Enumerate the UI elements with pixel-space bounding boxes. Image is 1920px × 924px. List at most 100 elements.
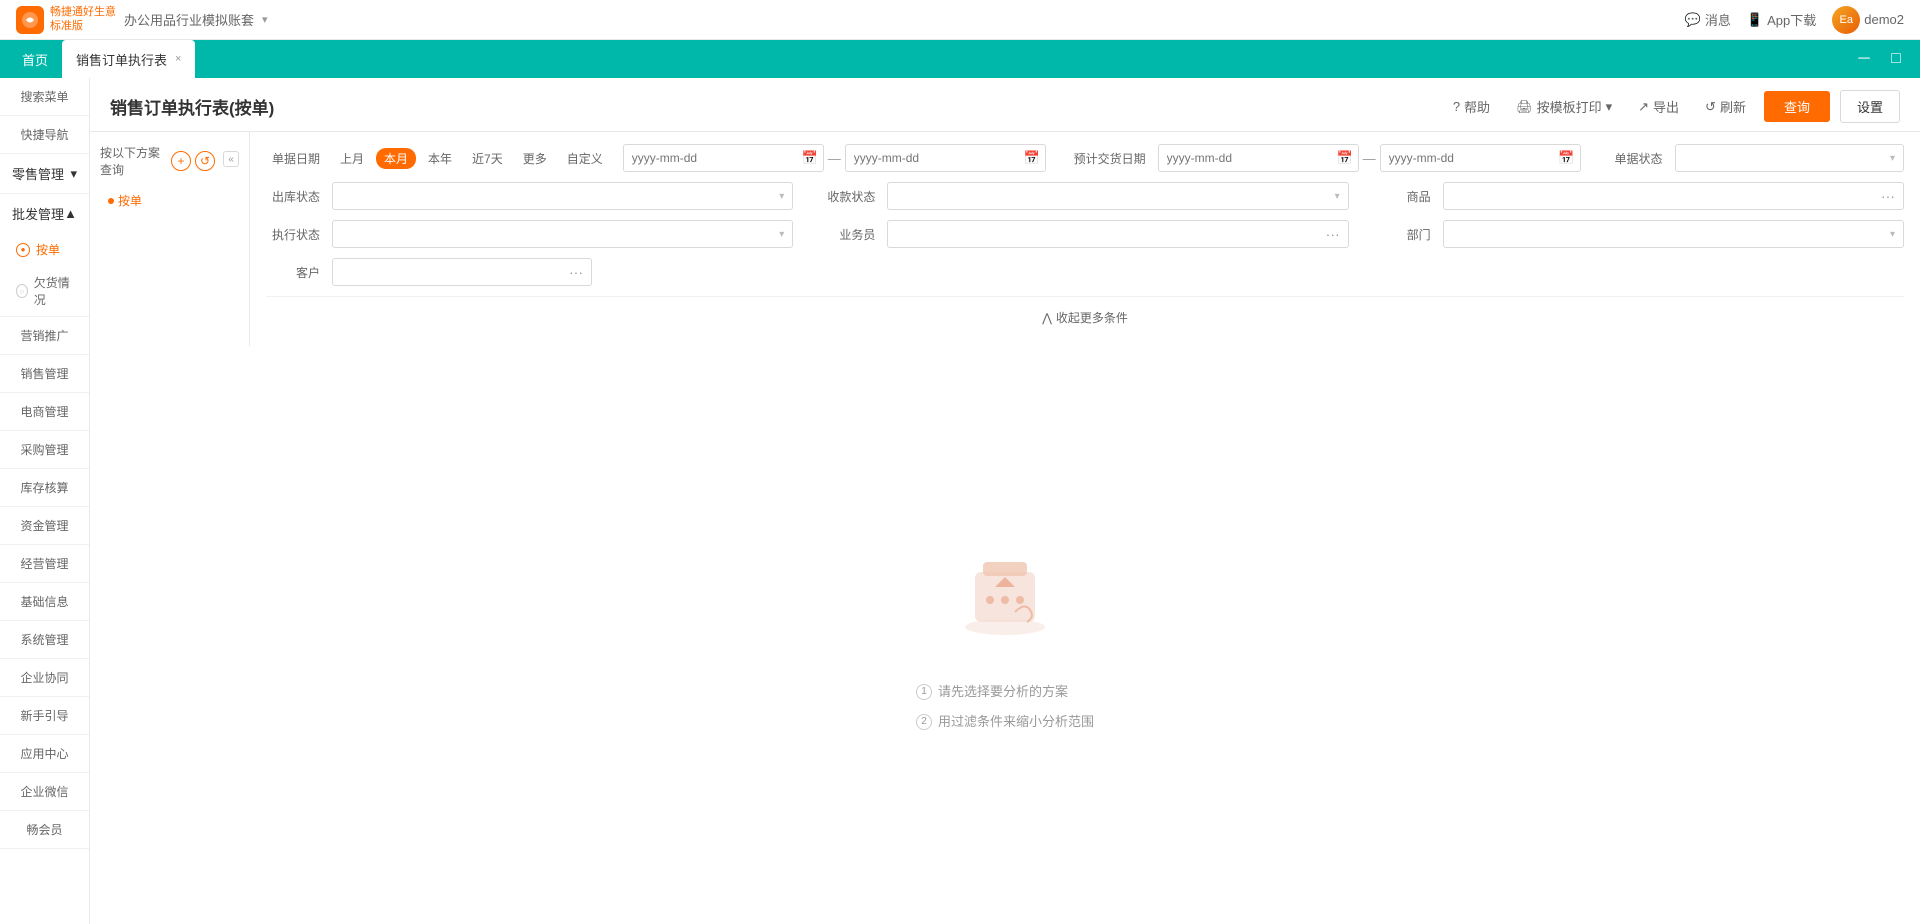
payment-status-select[interactable]: ▾ [887,182,1348,210]
settings-button[interactable]: 设置 [1840,90,1900,123]
date-tag-custom[interactable]: 自定义 [559,148,611,169]
doc-status-label: 单据状态 [1609,150,1663,167]
sidebar-sub-item-按单[interactable]: ● 按单 [0,233,89,266]
date-start-wrapper: 📅 [623,144,824,172]
calendar-expected-start-icon: 📅 [1336,150,1352,166]
tab-close-icon[interactable]: × [175,53,181,65]
filter-row-customer: 客户 ··· [266,258,1904,286]
empty-tip-1: 1 请先选择要分析的方案 [916,679,1094,705]
filter-conditions: 单据日期 上月 本月 本年 近7天 更多 自定义 📅 [250,132,1920,346]
date-tag-last-month[interactable]: 上月 [332,148,372,169]
sidebar-item-purchase[interactable]: 采购管理 [0,431,89,469]
sidebar-item-search-menu[interactable]: 搜索菜单 [0,78,89,116]
help-icon: ? [1453,99,1460,114]
empty-illustration [945,532,1065,655]
scheme-collapse-button[interactable]: « [223,151,239,167]
customer-select[interactable]: ··· [332,258,592,286]
logo-icon [16,6,44,34]
print-template-button[interactable]: 🖨 按模板打印 ▾ [1508,93,1620,120]
sidebar-item-retail-mgmt[interactable]: 零售管理 ▾ [0,154,89,193]
doc-status-dropdown-icon: ▾ [1890,153,1895,164]
breadcrumb-dropdown-icon[interactable]: ▾ [262,13,268,26]
sidebar-item-enterprise-wechat[interactable]: 企业微信 [0,773,89,811]
header-left: 畅捷通好生意 标准版 办公用品行业模拟账套 ▾ [16,6,268,34]
page-title: 销售订单执行表(按单) [110,94,274,119]
wholesale-expand-icon: ▲ [64,206,77,221]
sidebar-item-operations[interactable]: 经营管理 [0,545,89,583]
expected-start-input[interactable] [1158,144,1359,172]
tab-maximize-button[interactable]: □ [1884,47,1908,71]
dept-select[interactable]: ▾ [1443,220,1904,248]
expected-delivery-range: 📅 — 📅 [1158,144,1581,172]
date-end-input[interactable] [845,144,1046,172]
tab-sales-order[interactable]: 销售订单执行表 × [62,40,195,78]
sidebar-item-basic[interactable]: 基础信息 [0,583,89,621]
date-tag-7days[interactable]: 近7天 [464,148,511,169]
content-area: 销售订单执行表(按单) ? 帮助 🖨 按模板打印 ▾ ↗ 导出 ↺ 刷新 [90,78,1920,924]
date-tag-more[interactable]: 更多 [515,148,555,169]
message-button[interactable]: 💬 消息 [1685,10,1731,29]
sidebar-item-marketing[interactable]: 营销推广 [0,317,89,355]
sidebar-item-ecommerce[interactable]: 电商管理 [0,393,89,431]
date-tag-this-month[interactable]: 本月 [376,148,416,169]
collapse-conditions-button[interactable]: ⋀ 收起更多条件 [1030,305,1140,330]
product-select[interactable]: ··· [1443,182,1904,210]
sidebar-item-system[interactable]: 系统管理 [0,621,89,659]
help-button[interactable]: ? 帮助 [1445,93,1498,120]
tab-bar-right: ─ □ [1852,47,1920,71]
scheme-refresh-button[interactable]: ↺ [195,151,215,171]
app-download-button[interactable]: 📱 App下载 [1747,10,1816,29]
sidebar-item-sales-mgmt[interactable]: 销售管理 [0,355,89,393]
date-range-input: 📅 — 📅 [623,144,1046,172]
sidebar-item-finance[interactable]: 资金管理 [0,507,89,545]
tab-minimize-button[interactable]: ─ [1852,47,1876,71]
exec-status-label: 执行状态 [266,226,320,243]
export-button[interactable]: ↗ 导出 [1630,93,1687,120]
salesperson-select[interactable]: ··· [887,220,1348,248]
sidebar-sub-item-欠货情况[interactable]: ○ 欠货情况 [0,266,89,316]
calendar-start-icon: 📅 [802,150,818,166]
sidebar-item-newbie[interactable]: 新手引导 [0,697,89,735]
tab-home[interactable]: 首页 [8,40,62,78]
exec-status-select[interactable]: ▾ [332,220,793,248]
scheme-actions: + ↺ « [171,151,239,171]
expected-delivery-label: 预计交货日期 [1074,150,1146,167]
scheme-dot-active [108,198,114,204]
calendar-expected-end-icon: 📅 [1558,150,1574,166]
sidebar-item-quick-nav[interactable]: 快捷导航 [0,116,89,154]
scheme-add-button[interactable]: + [171,151,191,171]
sidebar-item-wholesale-mgmt[interactable]: 批发管理 ▲ [0,194,89,233]
main-layout: 搜索菜单 快捷导航 零售管理 ▾ 批发管理 ▲ ● 按单 ○ 欠货情况 [0,78,1920,924]
tip-num-2: 2 [916,714,932,730]
doc-status-select[interactable]: ▾ [1675,144,1904,172]
product-label: 商品 [1377,188,1431,205]
stock-status-select[interactable]: ▾ [332,182,793,210]
date-start-input[interactable] [623,144,824,172]
print-icon: 🖨 [1516,99,1533,115]
avatar: Ea [1832,6,1860,34]
sidebar-item-enterprise-collab[interactable]: 企业协同 [0,659,89,697]
sidebar-item-vip[interactable]: 畅会员 [0,811,89,849]
refresh-button[interactable]: ↺ 刷新 [1697,93,1754,120]
filter-row-status: 出库状态 ▾ 收款状态 ▾ 商品 ··· [266,182,1904,210]
filter-actions-row: ⋀ 收起更多条件 [266,296,1904,334]
payment-status-label: 收款状态 [821,188,875,205]
sidebar-item-app-center[interactable]: 应用中心 [0,735,89,773]
export-icon: ↗ [1638,99,1649,115]
dept-label: 部门 [1377,226,1431,243]
stock-status-label: 出库状态 [266,188,320,205]
top-header: 畅捷通好生意 标准版 办公用品行业模拟账套 ▾ 💬 消息 📱 App下载 Ea … [0,0,1920,40]
product-more-icon: ··· [1881,188,1895,204]
sidebar-group-wholesale: 批发管理 ▲ ● 按单 ○ 欠货情况 [0,194,89,317]
sidebar-item-inventory[interactable]: 库存核算 [0,469,89,507]
empty-tips: 1 请先选择要分析的方案 2 用过滤条件来缩小分析范围 [916,679,1094,739]
empty-tip-2: 2 用过滤条件来缩小分析范围 [916,709,1094,735]
salesperson-label: 业务员 [821,226,875,243]
scheme-item-按单[interactable]: 按单 [100,186,239,215]
expected-end-input[interactable] [1380,144,1581,172]
customer-more-icon: ··· [569,264,583,280]
date-tag-this-year[interactable]: 本年 [420,148,460,169]
query-button[interactable]: 查询 [1764,91,1830,122]
user-menu-button[interactable]: Ea demo2 [1832,6,1904,34]
date-label: 单据日期 [266,150,320,167]
